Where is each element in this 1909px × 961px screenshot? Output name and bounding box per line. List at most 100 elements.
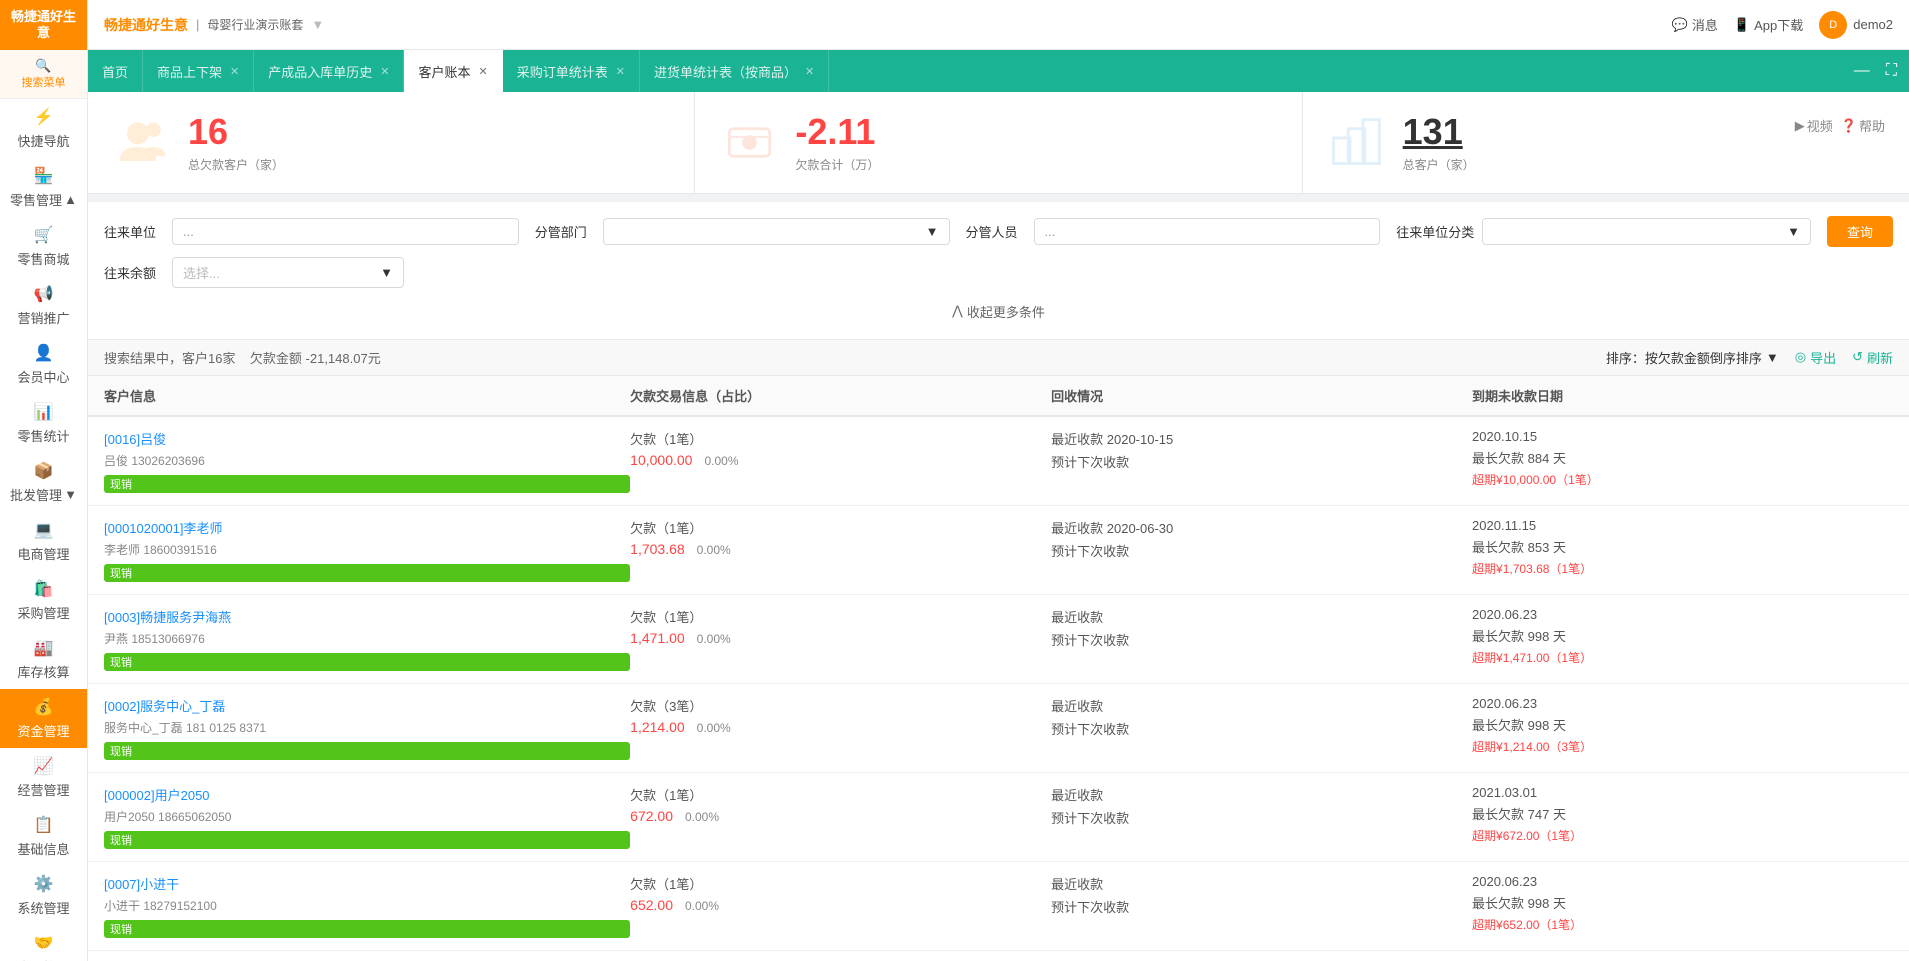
sidebar-item-system[interactable]: ⚙️ 系统管理 <box>0 866 87 925</box>
customer-name-5[interactable]: [0007]小进干 <box>104 874 630 893</box>
customer-name-3[interactable]: [0002]服务中心_丁磊 <box>104 696 630 715</box>
tab-minimize-btn[interactable]: — <box>1850 58 1874 84</box>
repay-info-3: 最近收款 预计下次收款 <box>1051 696 1472 738</box>
sidebar-item-batch-mgmt[interactable]: 📦 批发管理 ▼ <box>0 453 87 512</box>
repay-info-5: 最近收款 预计下次收款 <box>1051 874 1472 916</box>
customer-phone-1: 李老师 18600391516 <box>104 541 630 558</box>
video-btn[interactable]: ▶ 视频 <box>1795 116 1833 135</box>
table-row: [000002]用户2050 用户2050 18665062050 现销 欠款（… <box>88 773 1909 862</box>
debt-info-2: 欠款（1笔） 1,471.00 0.00% <box>630 607 1051 646</box>
table-row: [0006]去下粮仓 陈小帅 现销 欠款（1笔） 455.90 0.00% 最近… <box>88 951 1909 961</box>
customer-phone-3: 服务中心_丁磊 181 0125 8371 <box>104 719 630 736</box>
sidebar-item-operation[interactable]: 📈 经营管理 <box>0 748 87 807</box>
filter-dept-input[interactable]: ▼ <box>603 218 950 245</box>
filter-section: 往来单位 ... 分管部门 ▼ 分管人员 ... <box>88 202 1909 340</box>
app-download-btn[interactable]: 📱 App下载 <box>1734 15 1803 34</box>
sidebar-item-search-menu[interactable]: 🔍 搜索菜单 <box>0 50 87 99</box>
customer-info-3: [0002]服务中心_丁磊 服务中心_丁磊 181 0125 8371 现销 <box>104 696 630 760</box>
message-btn[interactable]: 💬 消息 <box>1672 15 1718 34</box>
filter-supplier-input[interactable]: ... <box>172 218 519 245</box>
tab-close-product-online[interactable]: ✕ <box>230 65 239 78</box>
content-area: 16 总欠款客户（家） -2.11 欠款合计（万） <box>88 92 1909 961</box>
customer-phone-5: 小进干 18279152100 <box>104 897 630 914</box>
results-bar: 搜索结果中，客户16家 欠款金额 -21,148.07元 排序：按欠款金额倒序排… <box>88 340 1909 376</box>
customer-phone-0: 吕俊 13026203696 <box>104 452 630 469</box>
table-row: [0016]吕俊 吕俊 13026203696 现销 欠款（1笔） 10,000… <box>88 417 1909 506</box>
customer-info-4: [000002]用户2050 用户2050 18665062050 现销 <box>104 785 630 849</box>
sort-dropdown[interactable]: 排序：按欠款金额倒序排序 ▼ <box>1606 348 1779 367</box>
stats-row: 16 总欠款客户（家） -2.11 欠款合计（万） <box>88 92 1909 194</box>
stat-card-overdue-customers: 16 总欠款客户（家） <box>88 92 695 193</box>
debt-info-1: 欠款（1笔） 1,703.68 0.00% <box>630 518 1051 557</box>
customer-name-1[interactable]: [0001020001]李老师 <box>104 518 630 537</box>
query-button[interactable]: 查询 <box>1827 216 1893 247</box>
overdue-info-5: 2020.06.23 最长欠款 998 天 超期¥652.00（1笔） <box>1472 874 1893 933</box>
sidebar-item-retail-mgmt[interactable]: 🏪 零售管理 ▲ <box>0 158 87 217</box>
customer-name-2[interactable]: [0003]畅捷服务尹海燕 <box>104 607 630 626</box>
sidebar-item-ecommerce[interactable]: 💻 电商管理 <box>0 512 87 571</box>
repay-info-4: 最近收款 预计下次收款 <box>1051 785 1472 827</box>
tab-product-online[interactable]: 商品上下架 ✕ <box>143 50 254 92</box>
overdue-info-2: 2020.06.23 最长欠款 998 天 超期¥1,471.00（1笔） <box>1472 607 1893 666</box>
sidebar-item-retail-stat[interactable]: 📊 零售统计 <box>0 394 87 453</box>
data-table: 客户信息 欠款交易信息（占比） 回收情况 到期未收款日期 [0016]吕俊 吕俊… <box>88 376 1909 961</box>
sidebar-item-quick-nav[interactable]: ⚡ 快捷导航 <box>0 99 87 158</box>
filter-category-input[interactable]: ▼ <box>1482 218 1811 245</box>
filter-dept-label: 分管部门 <box>535 222 595 241</box>
industry-label: 母婴行业演示账套 <box>207 16 303 33</box>
sidebar-item-retail-mall[interactable]: 🛒 零售商城 <box>0 217 87 276</box>
stat-card-actions: ▶ 视频 ❓ 帮助 <box>1795 116 1885 135</box>
tab-close-purchase-stat[interactable]: ✕ <box>805 65 814 78</box>
sidebar-item-corp[interactable]: 🤝 企业协同 <box>0 925 87 961</box>
filter-balance-label: 往来余额 <box>104 263 164 282</box>
stat-icon-customers <box>112 112 172 172</box>
customer-name-0[interactable]: [0016]吕俊 <box>104 429 630 448</box>
tab-bar-end: — ⛶ <box>1850 58 1909 84</box>
brand-name: 畅捷通好生意 <box>104 15 188 35</box>
debt-info-4: 欠款（1笔） 672.00 0.00% <box>630 785 1051 824</box>
customer-name-4[interactable]: [000002]用户2050 <box>104 785 630 804</box>
sidebar-item-basic-info[interactable]: 📋 基础信息 <box>0 807 87 866</box>
collapse-button[interactable]: ⋀ 收起更多条件 <box>952 302 1045 321</box>
tab-close-customer-account[interactable]: ✕ <box>479 65 488 78</box>
sidebar-item-marketing[interactable]: 📢 营销推广 <box>0 276 87 335</box>
chevron-down-icon: ▼ <box>1766 350 1779 365</box>
stat-card-total-debt: -2.11 欠款合计（万） <box>695 92 1302 193</box>
filter-person-input[interactable]: ... <box>1034 218 1381 245</box>
filter-person: 分管人员 ... <box>966 218 1381 245</box>
tab-home[interactable]: 首页 <box>88 50 143 92</box>
filter-balance: 往来余额 选择... ▼ <box>104 257 404 288</box>
sidebar-item-member[interactable]: 👤 会员中心 <box>0 335 87 394</box>
customer-info-1: [0001020001]李老师 李老师 18600391516 现销 <box>104 518 630 582</box>
tab-close-produce-history[interactable]: ✕ <box>380 65 389 78</box>
tab-maximize-btn[interactable]: ⛶ <box>1882 58 1901 84</box>
tab-close-purchase-order[interactable]: ✕ <box>616 65 625 78</box>
app-logo: 畅捷通好生意 <box>0 0 87 50</box>
header-right: 💬 消息 📱 App下载 D demo2 <box>1672 11 1893 39</box>
tab-customer-account[interactable]: 客户账本 ✕ <box>404 50 502 92</box>
overdue-info-1: 2020.11.15 最长欠款 853 天 超期¥1,703.68（1笔） <box>1472 518 1893 577</box>
main-content: 畅捷通好生意 | 母婴行业演示账套 ▼ 💬 消息 📱 App下载 D demo2… <box>88 0 1909 961</box>
sidebar-item-purchase[interactable]: 🛍️ 采购管理 <box>0 571 87 630</box>
customer-info-0: [0016]吕俊 吕俊 13026203696 现销 <box>104 429 630 493</box>
user-menu[interactable]: D demo2 <box>1819 11 1893 39</box>
tab-purchase-order[interactable]: 采购订单统计表 ✕ <box>503 50 640 92</box>
tab-purchase-stat[interactable]: 进货单统计表（按商品） ✕ <box>640 50 829 92</box>
overdue-info-4: 2021.03.01 最长欠款 747 天 超期¥672.00（1笔） <box>1472 785 1893 844</box>
help-btn[interactable]: ❓ 帮助 <box>1841 116 1885 135</box>
tab-bar: 首页 商品上下架 ✕ 产成品入库单历史 ✕ 客户账本 ✕ 采购订单统计表 ✕ 进… <box>88 50 1909 92</box>
export-button[interactable]: ◎ 导出 <box>1795 348 1836 367</box>
filter-person-label: 分管人员 <box>966 222 1026 241</box>
debt-info-5: 欠款（1笔） 652.00 0.00% <box>630 874 1051 913</box>
tab-produce-history[interactable]: 产成品入库单历史 ✕ <box>254 50 404 92</box>
sidebar-item-finance[interactable]: 💰 资金管理 <box>0 689 87 748</box>
stat-info-debt: -2.11 欠款合计（万） <box>795 112 1277 173</box>
refresh-button[interactable]: ↺ 刷新 <box>1852 348 1893 367</box>
repay-info-2: 最近收款 预计下次收款 <box>1051 607 1472 649</box>
filter-balance-input[interactable]: 选择... ▼ <box>172 257 404 288</box>
stat-icon-total <box>1327 112 1387 172</box>
stat-number-overdue-customers: 16 <box>188 112 670 152</box>
header-left: 畅捷通好生意 | 母婴行业演示账套 ▼ <box>104 15 324 35</box>
collapse-row: ⋀ 收起更多条件 <box>104 298 1893 325</box>
sidebar-item-inventory[interactable]: 🏭 库存核算 <box>0 630 87 689</box>
